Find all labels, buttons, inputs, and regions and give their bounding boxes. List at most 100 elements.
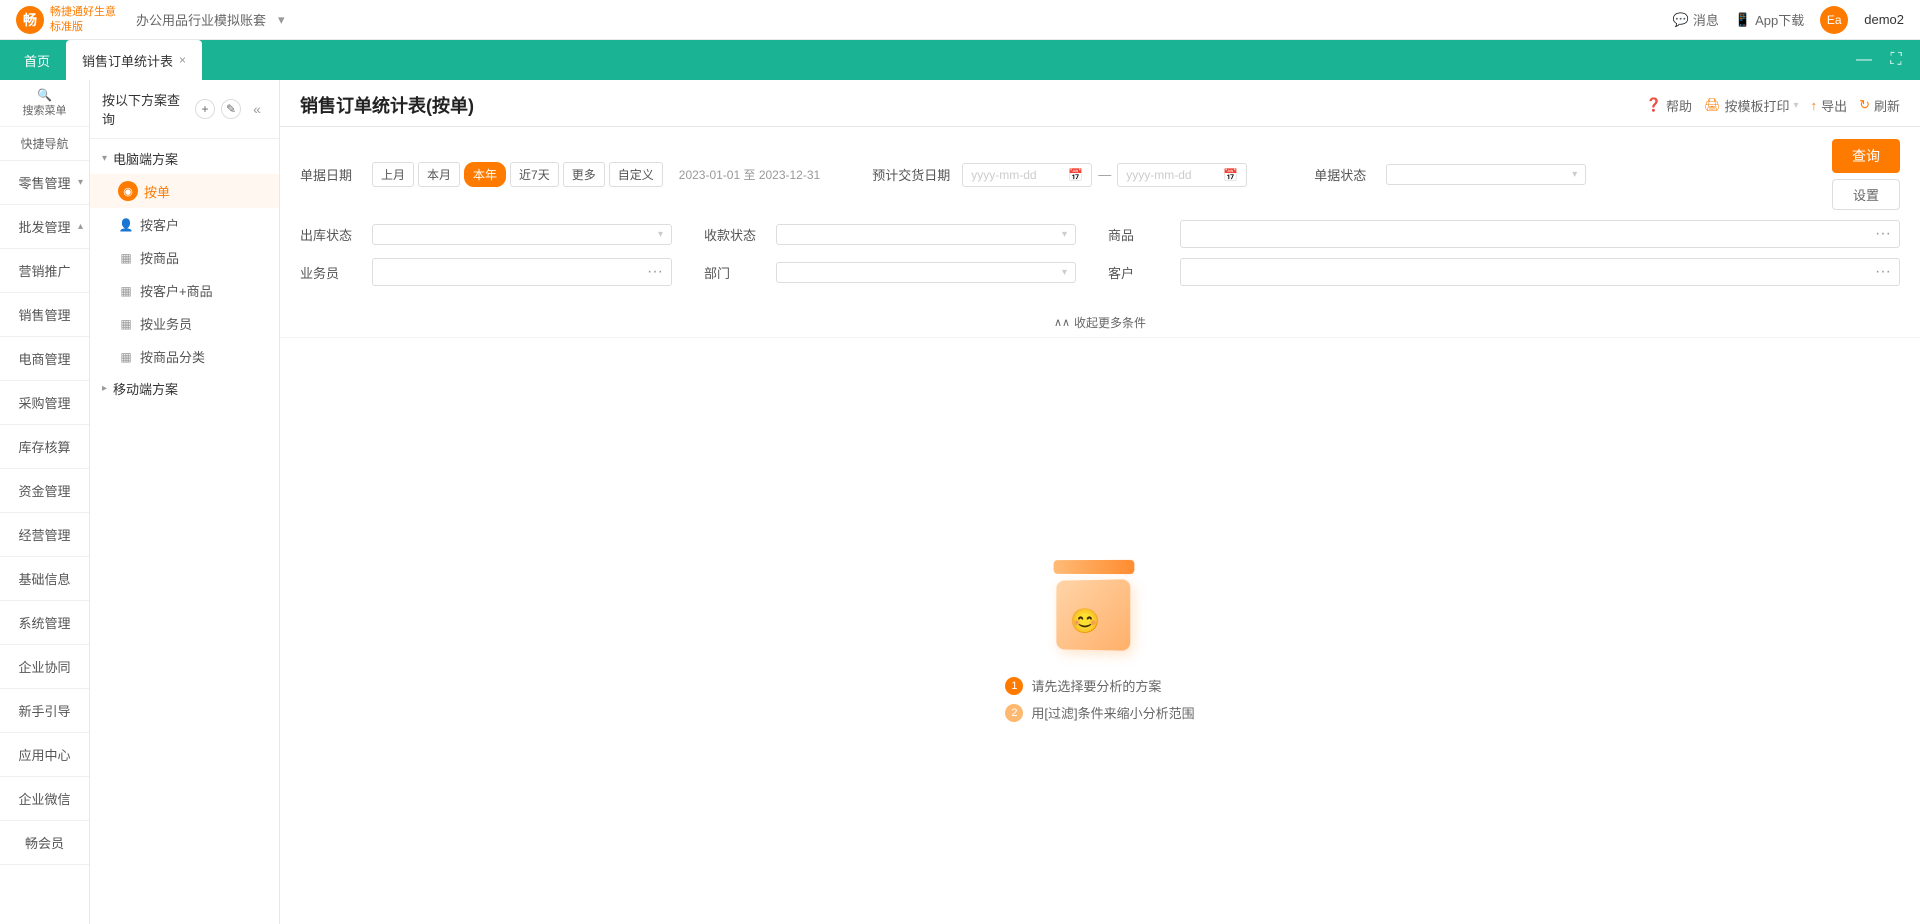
empty-icon: 😊 (1040, 540, 1160, 660)
help-icon: ❓ (1646, 97, 1662, 113)
customer-goods-scheme-icon: ▦ (118, 283, 134, 299)
filter-row-3: 业务员 ··· 部门 ▾ 客户 ··· (300, 258, 1900, 286)
page-title: 销售订单统计表(按单) (300, 92, 474, 118)
customer-more-icon[interactable]: ··· (1875, 263, 1891, 281)
goods-more-icon[interactable]: ··· (1875, 225, 1891, 243)
ship-status-chevron-icon: ▾ (658, 229, 663, 240)
panel-edit-button[interactable]: ✎ (221, 99, 241, 119)
goods-input[interactable]: ··· (1180, 220, 1900, 248)
tab-bar-actions: — ⛶ (1852, 48, 1908, 72)
date-filter-buttons: 上月 本月 本年 近7天 更多 自定义 (372, 162, 663, 187)
user-avatar: Ea (1820, 6, 1848, 34)
scheme-item-by-category[interactable]: ▦ 按商品分类 (90, 340, 279, 373)
sidebar-item-app-center[interactable]: 应用中心 (0, 733, 89, 777)
sidebar-item-sales[interactable]: 销售管理 (0, 293, 89, 337)
sidebar-item-guide[interactable]: 新手引导 (0, 689, 89, 733)
dept-filter-label: 部门 (704, 263, 764, 282)
sidebar-item-purchase[interactable]: 采购管理 (0, 381, 89, 425)
scheme-item-by-goods[interactable]: ▦ 按商品 (90, 241, 279, 274)
scheme-item-by-salesman[interactable]: ▦ 按业务员 (90, 307, 279, 340)
sidebar-item-member[interactable]: 畅会员 (0, 821, 89, 865)
active-scheme-icon: ◉ (123, 185, 133, 198)
panel-add-button[interactable]: + (195, 99, 215, 119)
empty-tip-1: 1 请先选择要分析的方案 (1005, 676, 1194, 695)
collapse-arrow-icon: ∧∧ (1054, 316, 1070, 329)
status-select[interactable]: ▾ (1386, 164, 1586, 185)
salesman-more-icon[interactable]: ··· (647, 263, 663, 281)
app-title: 办公用品行业模拟账套 (136, 10, 266, 29)
panel-actions: + ✎ « (195, 99, 267, 119)
sidebar-item-basic-info[interactable]: 基础信息 (0, 557, 89, 601)
ship-status-label: 出库状态 (300, 225, 360, 244)
refresh-button[interactable]: ↻ 刷新 (1859, 96, 1900, 115)
date-btn-more[interactable]: 更多 (563, 162, 605, 187)
date-filter-label: 单据日期 (300, 165, 360, 184)
sidebar-item-ecommerce[interactable]: 电商管理 (0, 337, 89, 381)
help-button[interactable]: ❓ 帮助 (1646, 96, 1692, 115)
pay-status-select[interactable]: ▾ (776, 224, 1076, 245)
user-name[interactable]: demo2 (1864, 12, 1904, 27)
print-button[interactable]: 🖨 按模板打印 ▾ (1704, 96, 1799, 115)
query-button[interactable]: 查询 (1832, 139, 1900, 173)
sidebar-item-inventory[interactable]: 库存核算 (0, 425, 89, 469)
sidebar-item-finance[interactable]: 资金管理 (0, 469, 89, 513)
sidebar-item-system[interactable]: 系统管理 (0, 601, 89, 645)
salesman-filter-label: 业务员 (300, 263, 360, 282)
settings-button[interactable]: 设置 (1832, 179, 1900, 210)
sidebar-item-retail[interactable]: 零售管理 (0, 161, 89, 205)
date-btn-last-7-days[interactable]: 近7天 (510, 162, 559, 187)
pay-status-chevron-icon: ▾ (1062, 229, 1067, 240)
expected-date-end[interactable]: yyyy-mm-dd 📅 (1117, 163, 1247, 187)
scheme-group-desktop: ▾ 电脑端方案 ◉ 按单 👤 按客户 ▦ (90, 143, 279, 373)
sidebar-item-wholesale[interactable]: 批发管理 (0, 205, 89, 249)
scheme-item-by-customer[interactable]: 👤 按客户 (90, 208, 279, 241)
scheme-group-desktop-title[interactable]: ▾ 电脑端方案 (90, 143, 279, 174)
sidebar-item-enterprise[interactable]: 企业协同 (0, 645, 89, 689)
content-area: 按以下方案查询 + ✎ « ▾ 电脑端方案 ◉ (90, 80, 1920, 924)
customer-input[interactable]: ··· (1180, 258, 1900, 286)
panel-collapse-button[interactable]: « (247, 99, 267, 119)
status-chevron-icon: ▾ (1572, 169, 1577, 180)
app-download-icon: 📱 (1735, 12, 1751, 28)
tab-minimize-button[interactable]: — (1852, 48, 1876, 72)
date-btn-last-month[interactable]: 上月 (372, 162, 414, 187)
tab-home[interactable]: 首页 (8, 40, 66, 80)
tab-close-icon[interactable]: × (179, 53, 186, 67)
tab-maximize-button[interactable]: ⛶ (1884, 48, 1908, 72)
date-btn-this-month[interactable]: 本月 (418, 162, 460, 187)
sidebar-item-wechat[interactable]: 企业微信 (0, 777, 89, 821)
sidebar-item-operations[interactable]: 经营管理 (0, 513, 89, 557)
date-btn-this-year[interactable]: 本年 (464, 162, 506, 187)
app-title-dropdown-icon[interactable]: ▾ (278, 12, 285, 28)
sidebar-item-marketing[interactable]: 营销推广 (0, 249, 89, 293)
action-buttons: 查询 设置 (1832, 139, 1900, 210)
date-btn-custom[interactable]: 自定义 (609, 162, 663, 187)
collapse-more-button[interactable]: ∧∧ 收起更多条件 (280, 308, 1920, 337)
scheme-item-by-customer-goods[interactable]: ▦ 按客户+商品 (90, 274, 279, 307)
empty-tip-2: 2 用[过滤]条件来缩小分析范围 (1005, 703, 1194, 722)
export-button[interactable]: ↑ 导出 (1811, 96, 1848, 115)
dept-chevron-icon: ▾ (1062, 267, 1067, 278)
tab-sales-order-stats[interactable]: 销售订单统计表 × (66, 40, 202, 80)
date-range-display: 2023-01-01 至 2023-12-31 (679, 166, 820, 183)
customer-scheme-icon: 👤 (118, 217, 134, 233)
expected-date-start[interactable]: yyyy-mm-dd 📅 (962, 163, 1092, 187)
dept-select[interactable]: ▾ (776, 262, 1076, 283)
mobile-group-arrow-icon: ▸ (102, 383, 107, 394)
scheme-item-by-order[interactable]: ◉ 按单 (90, 174, 279, 208)
scheme-group-mobile-title[interactable]: ▸ 移动端方案 (90, 373, 279, 404)
salesman-input[interactable]: ··· (372, 258, 672, 286)
top-header: 畅 畅捷通好生意 标准版 办公用品行业模拟账套 ▾ 💬 消息 📱 App下载 E… (0, 0, 1920, 40)
ship-status-select[interactable]: ▾ (372, 224, 672, 245)
sidebar-quick-nav[interactable]: 快捷导航 (0, 127, 89, 161)
app-download-button[interactable]: 📱 App下载 (1735, 10, 1804, 29)
refresh-icon: ↻ (1859, 97, 1870, 113)
salesman-scheme-icon: ▦ (118, 316, 134, 332)
left-panel: 按以下方案查询 + ✎ « ▾ 电脑端方案 ◉ (90, 80, 280, 924)
message-button[interactable]: 💬 消息 (1673, 10, 1719, 29)
logo-icon: 畅 (16, 6, 44, 34)
goods-filter-label: 商品 (1108, 225, 1168, 244)
scheme-section: ▾ 电脑端方案 ◉ 按单 👤 按客户 ▦ (90, 139, 279, 408)
sidebar-search[interactable]: 🔍 搜索菜单 (0, 80, 89, 127)
tip-num-2: 2 (1005, 704, 1023, 722)
